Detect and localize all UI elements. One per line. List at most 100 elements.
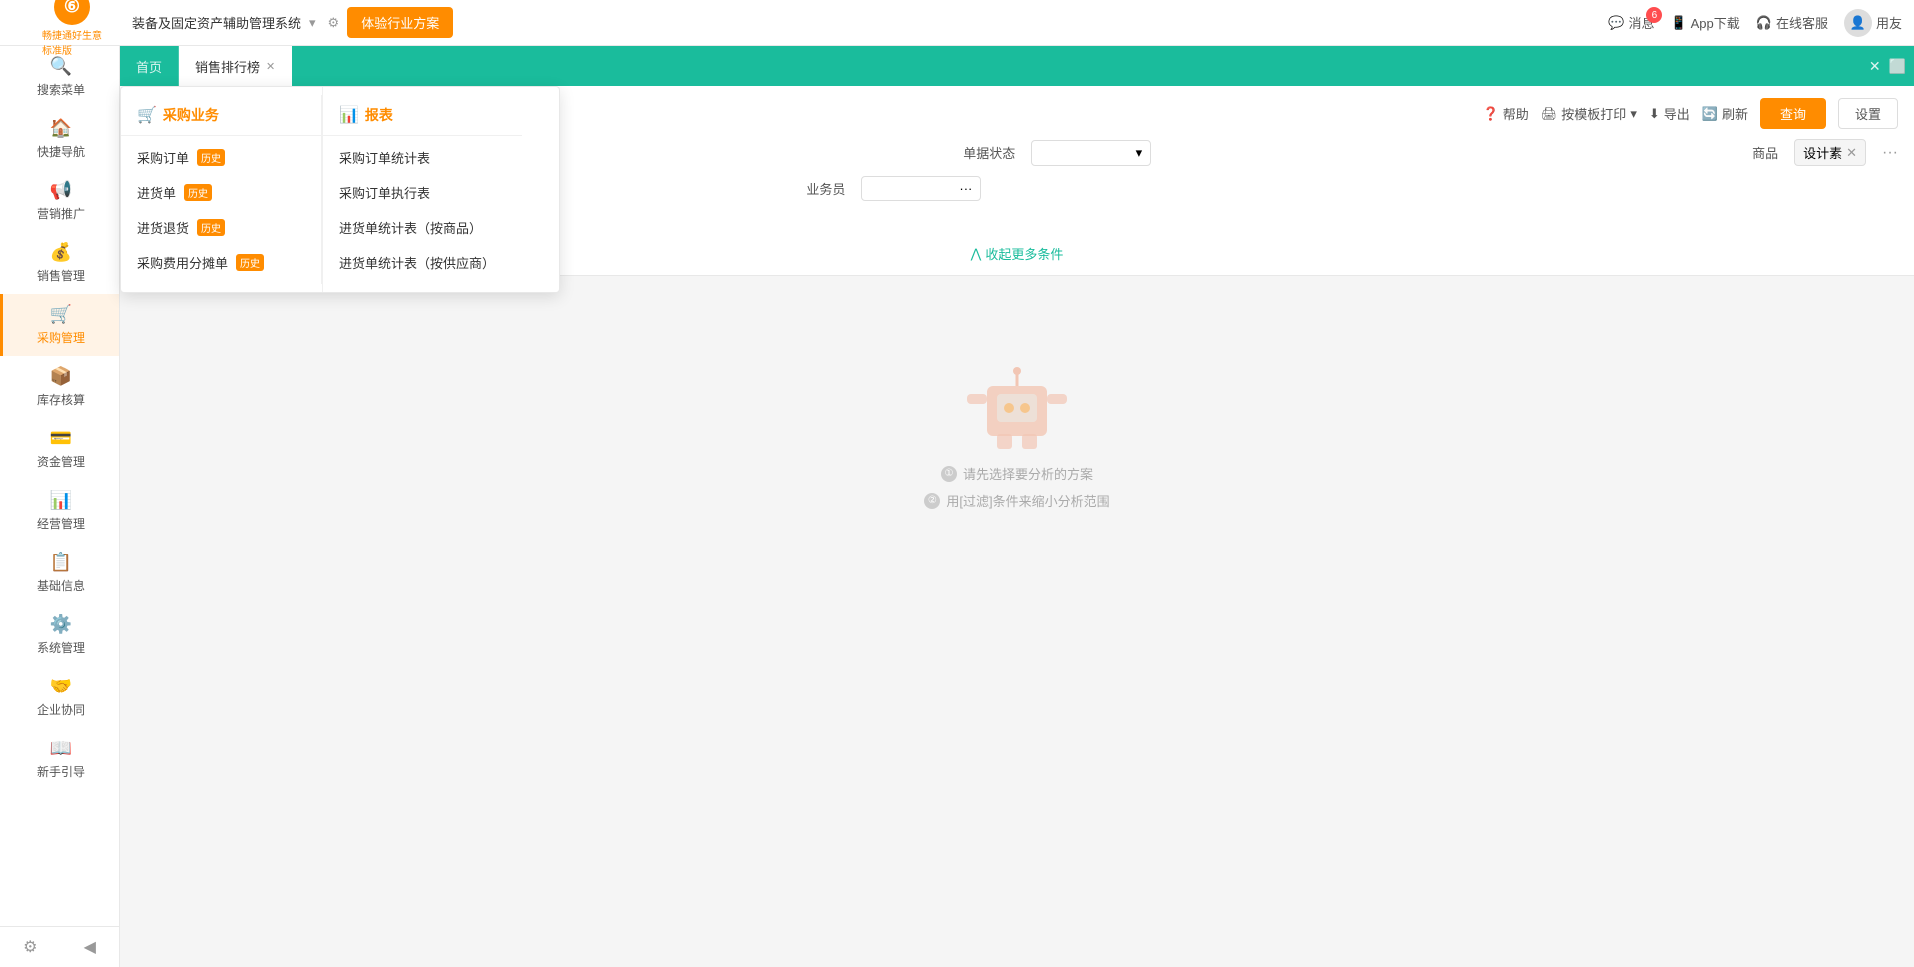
- sidebar-label-search: 搜索菜单: [37, 81, 85, 98]
- hist-badge-goods-return: 历史: [197, 219, 225, 236]
- tab-maximize-icon[interactable]: ⬜: [1889, 58, 1906, 75]
- tab-window-close-icon[interactable]: ✕: [1869, 58, 1881, 75]
- refresh-btn[interactable]: 🔄 刷新: [1702, 104, 1748, 123]
- phone-icon: 📱: [1670, 15, 1686, 31]
- tab-sales-rank[interactable]: 销售排行榜 ✕: [179, 46, 292, 86]
- sidebar-bottom: ⚙ ◀: [0, 926, 119, 967]
- status-select[interactable]: ▾: [1031, 140, 1151, 166]
- logo-area: ⑥ 畅捷通好生意 标准版: [12, 0, 132, 57]
- refresh-label: 刷新: [1722, 104, 1748, 123]
- goods-more-btn[interactable]: ···: [1882, 144, 1898, 162]
- sidebar-item-purchase[interactable]: 🛒 采购管理: [0, 294, 119, 356]
- online-service-label: 在线客服: [1776, 13, 1828, 32]
- system-name-text: 装备及固定资产辅助管理系统: [132, 13, 301, 32]
- logo-text: 畅捷通好生意 标准版: [42, 27, 102, 57]
- export-btn[interactable]: ⬇ 导出: [1649, 104, 1690, 123]
- app-download-btn[interactable]: 📱 App下载: [1670, 13, 1739, 32]
- print-btn[interactable]: 🖨 按模板打印 ▾: [1541, 104, 1637, 123]
- sidebar-item-system[interactable]: ⚙️ 系统管理: [0, 604, 119, 666]
- print-dropdown-icon: ▾: [1630, 106, 1637, 122]
- status-select-arrow: ▾: [1136, 145, 1143, 161]
- sidebar-label-basic: 基础信息: [37, 577, 85, 594]
- empty-hint-2: ② 用[过滤]条件来缩小分析范围: [924, 491, 1109, 510]
- system-gear-icon[interactable]: ⚙: [328, 15, 340, 31]
- empty-illustration: [957, 356, 1077, 456]
- goods-receipt-label: 进货单: [137, 183, 176, 202]
- report-menu-section: 📊 报表 采购订单统计表 采购订单执行表 进货单统计表（按商品） 进货单统计表（…: [322, 87, 522, 292]
- export-label: 导出: [1664, 104, 1690, 123]
- settings-icon[interactable]: ⚙: [23, 937, 37, 957]
- message-btn[interactable]: 💬 消息 6: [1608, 13, 1654, 32]
- logo-sub-text: 标准版: [42, 42, 102, 57]
- menu-item-purchase-expense[interactable]: 采购费用分摊单 历史: [121, 245, 321, 280]
- inventory-icon: 📦: [50, 366, 72, 387]
- goods-stats-by-supplier-label: 进货单统计表（按供应商）: [339, 253, 495, 272]
- tab-close-icon[interactable]: ✕: [266, 60, 275, 73]
- sidebar-item-operations[interactable]: 📊 经营管理: [0, 480, 119, 542]
- menu-item-po-exec[interactable]: 采购订单执行表: [323, 175, 522, 210]
- online-service-btn[interactable]: 🎧 在线客服: [1756, 13, 1828, 32]
- menu-item-goods-receipt[interactable]: 进货单 历史: [121, 175, 321, 210]
- report-section-title: 📊 报表: [323, 99, 522, 136]
- empty-hint-2-text: 用[过滤]条件来缩小分析范围: [946, 491, 1109, 510]
- settings-btn[interactable]: 设置: [1838, 98, 1898, 129]
- menu-item-purchase-order[interactable]: 采购订单 历史: [121, 140, 321, 175]
- tab-sales-rank-label: 销售排行榜: [195, 57, 260, 76]
- goods-return-label: 进货退货: [137, 218, 189, 237]
- purchase-section-icon: 🛒: [137, 105, 157, 125]
- sidebar-item-inventory[interactable]: 📦 库存核算: [0, 356, 119, 418]
- search-icon: 🔍: [50, 56, 72, 77]
- basic-icon: 📋: [50, 552, 72, 573]
- sidebar-item-enterprise[interactable]: 🤝 企业协同: [0, 666, 119, 728]
- refresh-icon: 🔄: [1702, 106, 1718, 122]
- marketing-icon: 📢: [50, 180, 72, 201]
- sidebar-label-quick: 快捷导航: [37, 143, 85, 160]
- sidebar-item-capital[interactable]: 💳 资金管理: [0, 418, 119, 480]
- menu-item-goods-return[interactable]: 进货退货 历史: [121, 210, 321, 245]
- hist-badge-goods-receipt: 历史: [184, 184, 212, 201]
- operations-icon: 📊: [50, 490, 72, 511]
- enterprise-icon: 🤝: [50, 676, 72, 697]
- export-icon: ⬇: [1649, 106, 1660, 122]
- collapse-up-icon: ⋀: [971, 246, 982, 262]
- user-avatar: 👤: [1844, 9, 1872, 37]
- report-section-label: 报表: [365, 105, 393, 125]
- po-stats-label: 采购订单统计表: [339, 148, 430, 167]
- sidebar-item-marketing[interactable]: 📢 营销推广: [0, 170, 119, 232]
- goods-tag-close[interactable]: ✕: [1846, 145, 1857, 161]
- sidebar-label-sales: 销售管理: [37, 267, 85, 284]
- query-btn[interactable]: 查询: [1760, 98, 1826, 129]
- sidebar-item-quick[interactable]: 🏠 快捷导航: [0, 108, 119, 170]
- user-area[interactable]: 👤 用友: [1844, 9, 1902, 37]
- empty-num-1: ①: [941, 466, 957, 482]
- sidebar-item-basic[interactable]: 📋 基础信息: [0, 542, 119, 604]
- empty-num-2: ②: [924, 493, 940, 509]
- hist-badge-purchase-order: 历史: [197, 149, 225, 166]
- message-badge: 6: [1646, 7, 1662, 23]
- purchase-icon: 🛒: [50, 304, 72, 325]
- system-dropdown-arrow[interactable]: ▾: [309, 15, 316, 31]
- guide-icon: 📖: [50, 738, 72, 759]
- sidebar-item-guide[interactable]: 📖 新手引导: [0, 728, 119, 790]
- report-section-icon: 📊: [339, 105, 359, 125]
- sidebar-item-sales[interactable]: 💰 销售管理: [0, 232, 119, 294]
- help-btn[interactable]: ❓ 帮助: [1483, 104, 1529, 123]
- salesperson-select[interactable]: ···: [861, 176, 981, 201]
- sales-icon: 💰: [50, 242, 72, 263]
- menu-item-goods-stats-by-product[interactable]: 进货单统计表（按商品）: [323, 210, 522, 245]
- goods-tag-text: 设计素: [1803, 143, 1842, 162]
- collapse-icon[interactable]: ◀: [84, 937, 96, 957]
- menu-item-goods-stats-by-supplier[interactable]: 进货单统计表（按供应商）: [323, 245, 522, 280]
- purchase-expense-label: 采购费用分摊单: [137, 253, 228, 272]
- system-name-area: 装备及固定资产辅助管理系统 ▾ ⚙ 体验行业方案: [132, 7, 1608, 38]
- top-right-area: 💬 消息 6 📱 App下载 🎧 在线客服 👤 用友: [1608, 9, 1902, 37]
- empty-hint-1-text: 请先选择要分析的方案: [963, 464, 1093, 483]
- system-icon: ⚙️: [50, 614, 72, 635]
- hist-badge-purchase-expense: 历史: [236, 254, 264, 271]
- headset-icon: 🎧: [1756, 15, 1772, 31]
- sidebar: 🔍 搜索菜单 🏠 快捷导航 📢 营销推广 💰 销售管理 🛒 采购管理 📦 库存核…: [0, 46, 120, 967]
- menu-item-po-stats[interactable]: 采购订单统计表: [323, 140, 522, 175]
- print-icon: 🖨: [1541, 106, 1558, 122]
- industry-btn[interactable]: 体验行业方案: [347, 7, 453, 38]
- goods-label: 商品: [1752, 143, 1778, 162]
